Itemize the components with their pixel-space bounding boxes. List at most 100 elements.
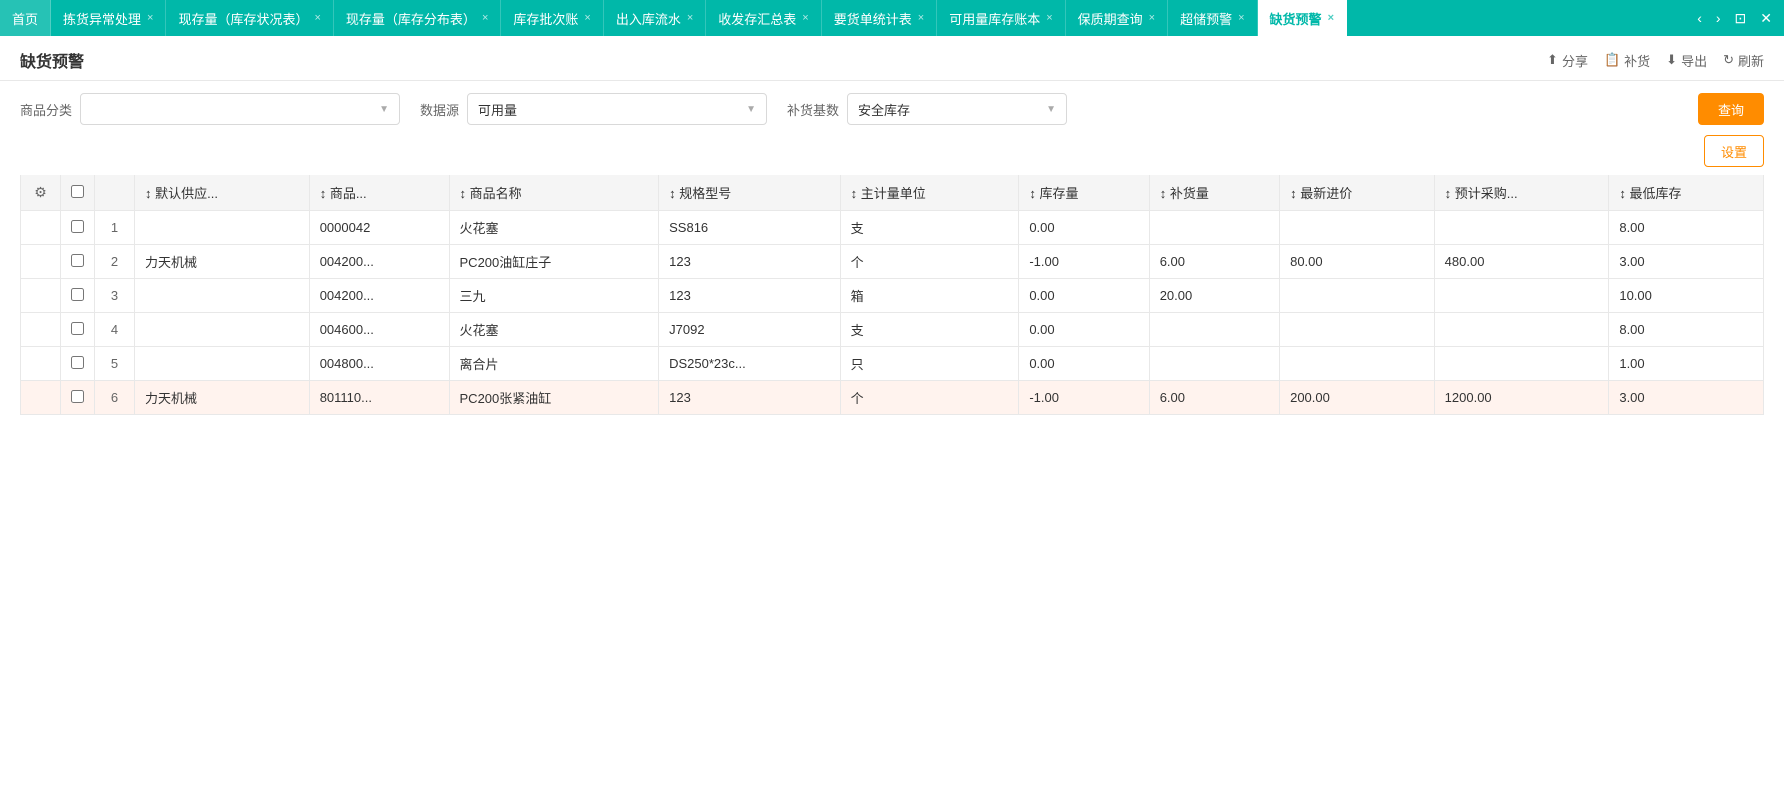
share-button[interactable]: ⬆ 分享 [1547, 51, 1588, 70]
nav-close-button[interactable]: ✕ [1754, 6, 1778, 31]
row-checkbox[interactable] [71, 288, 84, 301]
nav-item-expiry[interactable]: 保质期查询 × [1066, 0, 1168, 36]
close-stock2-icon[interactable]: × [482, 12, 488, 24]
nav-item-summary[interactable]: 收发存汇总表 × [706, 0, 821, 36]
col-code[interactable]: ↕ 商品... [309, 175, 449, 211]
datasource-select[interactable]: 可用量 ▼ [467, 93, 767, 125]
settings-button[interactable]: 设置 [1704, 135, 1764, 167]
table-row[interactable]: 1 0000042 火花塞 SS816 支 0.00 8.00 [21, 211, 1764, 245]
col-gear: ⚙ [21, 175, 61, 211]
table-row[interactable]: 3 004200... 三九 123 箱 0.00 20.00 10.00 [21, 279, 1764, 313]
replenish-button[interactable]: 📋 补货 [1604, 51, 1650, 70]
nav-prev-button[interactable]: ‹ [1691, 6, 1708, 30]
row-checkbox[interactable] [71, 254, 84, 267]
row-code-cell: 004200... [309, 245, 449, 279]
row-checkbox-cell[interactable] [61, 245, 95, 279]
row-checkbox[interactable] [71, 220, 84, 233]
row-checkbox-cell[interactable] [61, 211, 95, 245]
query-button[interactable]: 查询 [1698, 93, 1764, 125]
nav-restore-button[interactable]: ⊡ [1729, 6, 1753, 31]
base-label: 补货基数 [787, 100, 839, 119]
row-unit-cell: 支 [840, 211, 1019, 245]
nav-item-picking-label: 拣货异常处理 [63, 9, 141, 28]
row-latest-price-cell: 80.00 [1280, 245, 1435, 279]
export-button[interactable]: ⬇ 导出 [1666, 51, 1707, 70]
nav-item-shortage[interactable]: 缺货预警 × [1258, 0, 1347, 36]
select-all-checkbox[interactable] [71, 185, 84, 198]
close-stock1-icon[interactable]: × [314, 12, 320, 24]
row-checkbox-cell[interactable] [61, 347, 95, 381]
close-picking-icon[interactable]: × [147, 12, 153, 24]
col-min-stock[interactable]: ↕ 最低库存 [1609, 175, 1764, 211]
page-container: 缺货预警 ⬆ 分享 📋 补货 ⬇ 导出 ↻ 刷新 商品分类 [0, 36, 1784, 796]
col-stock[interactable]: ↕ 库存量 [1019, 175, 1149, 211]
row-code-cell: 004600... [309, 313, 449, 347]
row-supplier-cell [135, 211, 310, 245]
close-order-stat-icon[interactable]: × [918, 12, 924, 24]
col-name[interactable]: ↕ 商品名称 [449, 175, 659, 211]
row-checkbox[interactable] [71, 356, 84, 369]
row-checkbox-cell[interactable] [61, 381, 95, 415]
nav-item-stock1-label: 现存量（库存状况表） [178, 9, 308, 28]
row-unit-cell: 箱 [840, 279, 1019, 313]
table-row[interactable]: 4 004600... 火花塞 J7092 支 0.00 8.00 [21, 313, 1764, 347]
nav-item-available[interactable]: 可用量库存账本 × [937, 0, 1065, 36]
datasource-label: 数据源 [420, 100, 459, 119]
col-select-all[interactable] [61, 175, 95, 211]
row-est-purchase-cell: 1200.00 [1434, 381, 1609, 415]
row-min-stock-cell: 1.00 [1609, 347, 1764, 381]
col-unit[interactable]: ↕ 主计量单位 [840, 175, 1019, 211]
close-expiry-icon[interactable]: × [1149, 12, 1155, 24]
row-checkbox-cell[interactable] [61, 279, 95, 313]
row-replenish-cell: 6.00 [1149, 245, 1279, 279]
row-checkbox[interactable] [71, 322, 84, 335]
row-checkbox-cell[interactable] [61, 313, 95, 347]
row-code-cell: 0000042 [309, 211, 449, 245]
close-available-icon[interactable]: × [1046, 12, 1052, 24]
col-est-purchase[interactable]: ↕ 预计采购... [1434, 175, 1609, 211]
refresh-button[interactable]: ↻ 刷新 [1723, 51, 1764, 70]
col-replenish[interactable]: ↕ 补货量 [1149, 175, 1279, 211]
row-est-purchase-cell: 480.00 [1434, 245, 1609, 279]
col-spec[interactable]: ↕ 规格型号 [659, 175, 840, 211]
row-spec-cell: 123 [659, 245, 840, 279]
nav-item-flow[interactable]: 出入库流水 × [604, 0, 706, 36]
col-latest-price[interactable]: ↕ 最新进价 [1280, 175, 1435, 211]
base-arrow-icon: ▼ [1046, 104, 1056, 115]
table-row[interactable]: 2 力天机械 004200... PC200油缸庄子 123 个 -1.00 6… [21, 245, 1764, 279]
row-num-cell: 2 [95, 245, 135, 279]
row-gear-cell [21, 211, 61, 245]
row-name-cell: 三九 [449, 279, 659, 313]
close-batch-icon[interactable]: × [584, 12, 590, 24]
page-title: 缺货预警 [20, 48, 1547, 72]
nav-next-button[interactable]: › [1710, 6, 1727, 30]
col-supplier[interactable]: ↕ 默认供应... [135, 175, 310, 211]
nav-item-order-stat[interactable]: 要货单统计表 × [822, 0, 937, 36]
export-icon: ⬇ [1666, 52, 1677, 68]
table-row[interactable]: 6 力天机械 801110... PC200张紧油缸 123 个 -1.00 6… [21, 381, 1764, 415]
table-row[interactable]: 5 004800... 离合片 DS250*23c... 只 0.00 1.00 [21, 347, 1764, 381]
row-name-cell: PC200张紧油缸 [449, 381, 659, 415]
row-est-purchase-cell [1434, 347, 1609, 381]
close-overstock-icon[interactable]: × [1238, 12, 1244, 24]
row-stock-cell: 0.00 [1019, 347, 1149, 381]
nav-item-overstock[interactable]: 超储预警 × [1168, 0, 1257, 36]
nav-item-stock2[interactable]: 现存量（库存分布表） × [334, 0, 501, 36]
nav-item-home[interactable]: 首页 [0, 0, 51, 36]
base-select[interactable]: 安全库存 ▼ [847, 93, 1067, 125]
nav-item-batch-label: 库存批次账 [513, 9, 578, 28]
right-buttons: 查询 设置 [1698, 93, 1764, 167]
close-shortage-icon[interactable]: × [1328, 12, 1334, 24]
row-latest-price-cell [1280, 347, 1435, 381]
nav-item-batch[interactable]: 库存批次账 × [501, 0, 603, 36]
row-name-cell: 火花塞 [449, 313, 659, 347]
close-flow-icon[interactable]: × [687, 12, 693, 24]
nav-item-stock1[interactable]: 现存量（库存状况表） × [166, 0, 333, 36]
row-checkbox[interactable] [71, 390, 84, 403]
row-latest-price-cell [1280, 279, 1435, 313]
nav-item-picking[interactable]: 拣货异常处理 × [51, 0, 166, 36]
nav-item-shortage-label: 缺货预警 [1270, 9, 1322, 28]
gear-settings-button[interactable]: ⚙ [34, 184, 47, 201]
close-summary-icon[interactable]: × [802, 12, 808, 24]
category-select[interactable]: ▼ [80, 93, 400, 125]
